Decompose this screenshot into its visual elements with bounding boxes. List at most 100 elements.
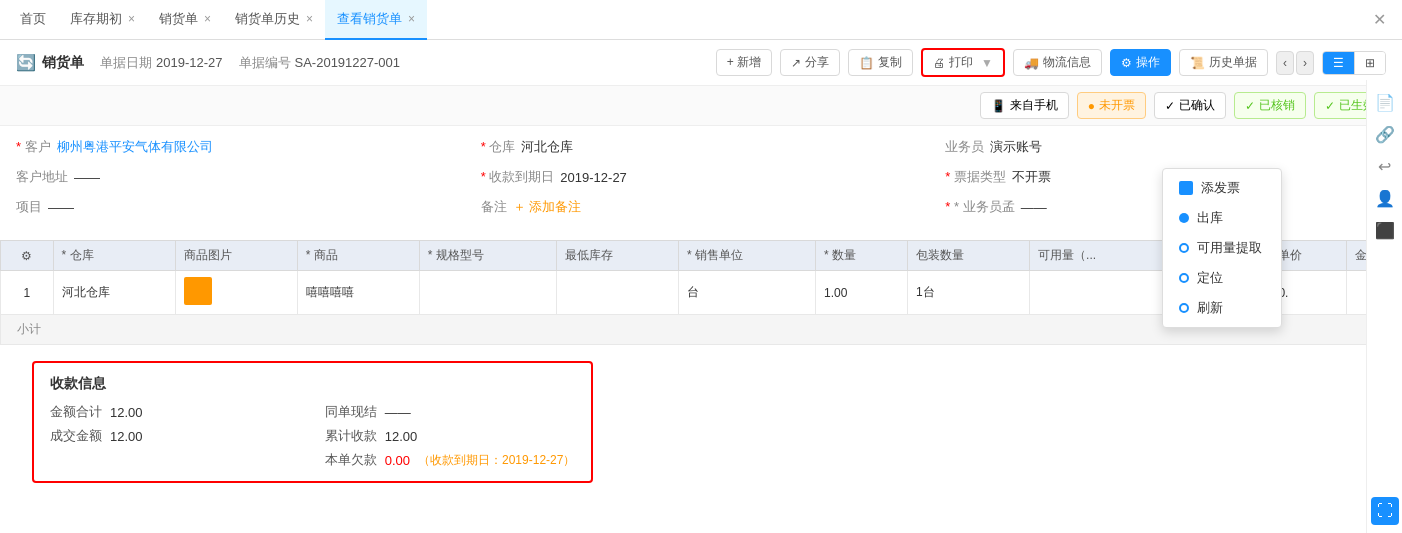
close-tab-history[interactable]: ×: [306, 12, 313, 26]
sidebar-user-icon[interactable]: 👤: [1371, 184, 1399, 212]
note-field: 备注 ＋ 添加备注: [481, 198, 922, 216]
doc-title: 🔄 销货单: [16, 53, 84, 72]
salesperson-field: 业务员 演示账号: [945, 138, 1386, 156]
sidebar-expand-icon[interactable]: ⛶: [1371, 497, 1399, 525]
phone-icon: 📱: [991, 99, 1006, 113]
confirm-button[interactable]: ✓ 已确认: [1154, 92, 1226, 119]
due-date-field: 收款到期日 2019-12-27: [481, 168, 922, 186]
print-icon: 🖨: [933, 56, 945, 70]
doc-date-value: 2019-12-27: [156, 55, 223, 70]
doc-date-field: 单据日期 2019-12-27: [100, 54, 223, 72]
menu-outbound[interactable]: 出库: [1163, 203, 1281, 233]
payment-box: 收款信息 金额合计 12.00 同单现结 —— 成交金额 12.00: [32, 361, 593, 483]
tab-sales-order[interactable]: 销货单 ×: [147, 0, 223, 40]
menu-refresh[interactable]: 刷新: [1163, 293, 1281, 323]
payment-section: 收款信息 金额合计 12.00 同单现结 —— 成交金额 12.00: [0, 345, 1402, 499]
tab-home[interactable]: 首页: [8, 0, 58, 40]
available-qty-icon: [1179, 243, 1189, 253]
menu-add-invoice[interactable]: 添发票: [1163, 173, 1281, 203]
sidebar-return-icon[interactable]: ↩: [1371, 152, 1399, 180]
next-button[interactable]: ›: [1296, 51, 1314, 75]
history-button[interactable]: 📜 历史单据: [1179, 49, 1268, 76]
row-product: 嘻嘻嘻嘻: [297, 271, 419, 315]
locate-icon: [1179, 273, 1189, 283]
sales-order-icon: 🔄: [16, 53, 36, 72]
col-min-stock: 最低库存: [556, 241, 678, 271]
row-sales-unit: 台: [678, 271, 815, 315]
doc-header: 🔄 销货单 单据日期 2019-12-27 单据编号 SA-20191227-0…: [0, 40, 1402, 86]
address-value: ——: [74, 170, 100, 185]
nav-arrows: ‹ ›: [1276, 51, 1314, 75]
warehouse-field: 仓库 河北仓库: [481, 138, 922, 156]
salesperson-value: 演示账号: [990, 138, 1042, 156]
new-button[interactable]: + 新增: [716, 49, 772, 76]
outstanding-note: （收款到期日：2019-12-27）: [418, 452, 575, 469]
close-tab-view-sales[interactable]: ×: [408, 12, 415, 26]
col-warehouse: * 仓库: [53, 241, 175, 271]
operations-button[interactable]: ⚙ 操作: [1110, 49, 1171, 76]
outbound-icon: [1179, 213, 1189, 223]
cumulative-value: 12.00: [385, 429, 418, 444]
warehouse-value: 河北仓库: [521, 138, 573, 156]
row-pack-qty: 1台: [908, 271, 1030, 315]
logistics-button[interactable]: 🚚 物流信息: [1013, 49, 1102, 76]
total-value: 12.00: [110, 405, 143, 420]
payment-grid: 金额合计 12.00 同单现结 —— 成交金额 12.00 累计收款 12.00: [50, 403, 575, 469]
grid-view-button[interactable]: ⊞: [1355, 52, 1385, 74]
sold-status-button[interactable]: ✓ 已核销: [1234, 92, 1306, 119]
address-field: 客户地址 ——: [16, 168, 457, 186]
confirm-icon: ✓: [1165, 99, 1175, 113]
row-available: [1030, 271, 1171, 315]
row-spec: [419, 271, 556, 315]
menu-locate[interactable]: 定位: [1163, 263, 1281, 293]
customer-value[interactable]: 柳州粤港平安气体有限公司: [57, 138, 213, 156]
payment-title: 收款信息: [50, 375, 575, 393]
right-sidebar: 📄 🔗 ↩ 👤 ⬛ ⛶: [1366, 80, 1402, 533]
row-num: 1: [1, 271, 54, 315]
second-bar: 📱 来自手机 ● 未开票 ✓ 已确认 ✓ 已核销 ✓ 已生效: [0, 86, 1402, 126]
menu-available-qty[interactable]: 可用量提取: [1163, 233, 1281, 263]
not-open-button[interactable]: ● 未开票: [1077, 92, 1146, 119]
outstanding-row: 本单欠款 0.00 （收款到期日：2019-12-27）: [325, 451, 576, 469]
operations-dropdown: 添发票 出库 可用量提取 定位 刷新: [1162, 168, 1282, 328]
from-phone-button[interactable]: 📱 来自手机: [980, 92, 1069, 119]
print-dropdown-arrow[interactable]: ▼: [981, 56, 993, 70]
share-button[interactable]: ↗ 分享: [780, 49, 840, 76]
doc-number-field: 单据编号 SA-20191227-001: [239, 54, 401, 72]
close-window-button[interactable]: ✕: [1365, 7, 1394, 32]
form-row-1: 客户 柳州粤港平安气体有限公司 仓库 河北仓库 业务员 演示账号: [16, 138, 1386, 156]
add-invoice-icon: [1179, 181, 1193, 195]
col-product: * 商品: [297, 241, 419, 271]
transaction-row: 成交金额 12.00: [50, 427, 301, 445]
tab-sales-history[interactable]: 销货单历史 ×: [223, 0, 325, 40]
sidebar-link-icon[interactable]: 🔗: [1371, 120, 1399, 148]
col-gear[interactable]: ⚙: [1, 241, 54, 271]
tab-bar: 首页 库存期初 × 销货单 × 销货单历史 × 查看销货单 × ✕: [0, 0, 1402, 40]
not-open-icon: ●: [1088, 99, 1095, 113]
close-tab-inventory[interactable]: ×: [128, 12, 135, 26]
tab-view-sales[interactable]: 查看销货单 ×: [325, 0, 427, 40]
doc-type-label: 销货单: [42, 54, 84, 72]
copy-button[interactable]: 📋 复制: [848, 49, 913, 76]
transaction-value: 12.00: [110, 429, 143, 444]
customer-field: 客户 柳州粤港平安气体有限公司: [16, 138, 457, 156]
col-available: 可用量（...: [1030, 241, 1171, 271]
tab-inventory-init[interactable]: 库存期初 ×: [58, 0, 147, 40]
prev-button[interactable]: ‹: [1276, 51, 1294, 75]
row-quantity: 1.00: [815, 271, 907, 315]
product-image: [184, 277, 212, 305]
doc-actions: + 新增 ↗ 分享 📋 复制 🖨 打印 ▼ 🚚 物流信息: [716, 48, 1386, 77]
history-icon: 📜: [1190, 56, 1205, 70]
ticket-type-value: 不开票: [1012, 168, 1051, 186]
add-note-button[interactable]: ＋ 添加备注: [513, 198, 582, 216]
sidebar-block-icon[interactable]: ⬛: [1371, 216, 1399, 244]
print-button[interactable]: 🖨 打印 ▼: [921, 48, 1005, 77]
salesperson2-value: ——: [1021, 200, 1047, 215]
row-product-img: [175, 271, 297, 315]
doc-meta: 单据日期 2019-12-27 单据编号 SA-20191227-001: [100, 54, 400, 72]
close-tab-sales[interactable]: ×: [204, 12, 211, 26]
sidebar-doc-icon[interactable]: 📄: [1371, 88, 1399, 116]
list-view-button[interactable]: ☰: [1323, 52, 1355, 74]
due-date-value: 2019-12-27: [560, 170, 627, 185]
col-spec: * 规格型号: [419, 241, 556, 271]
